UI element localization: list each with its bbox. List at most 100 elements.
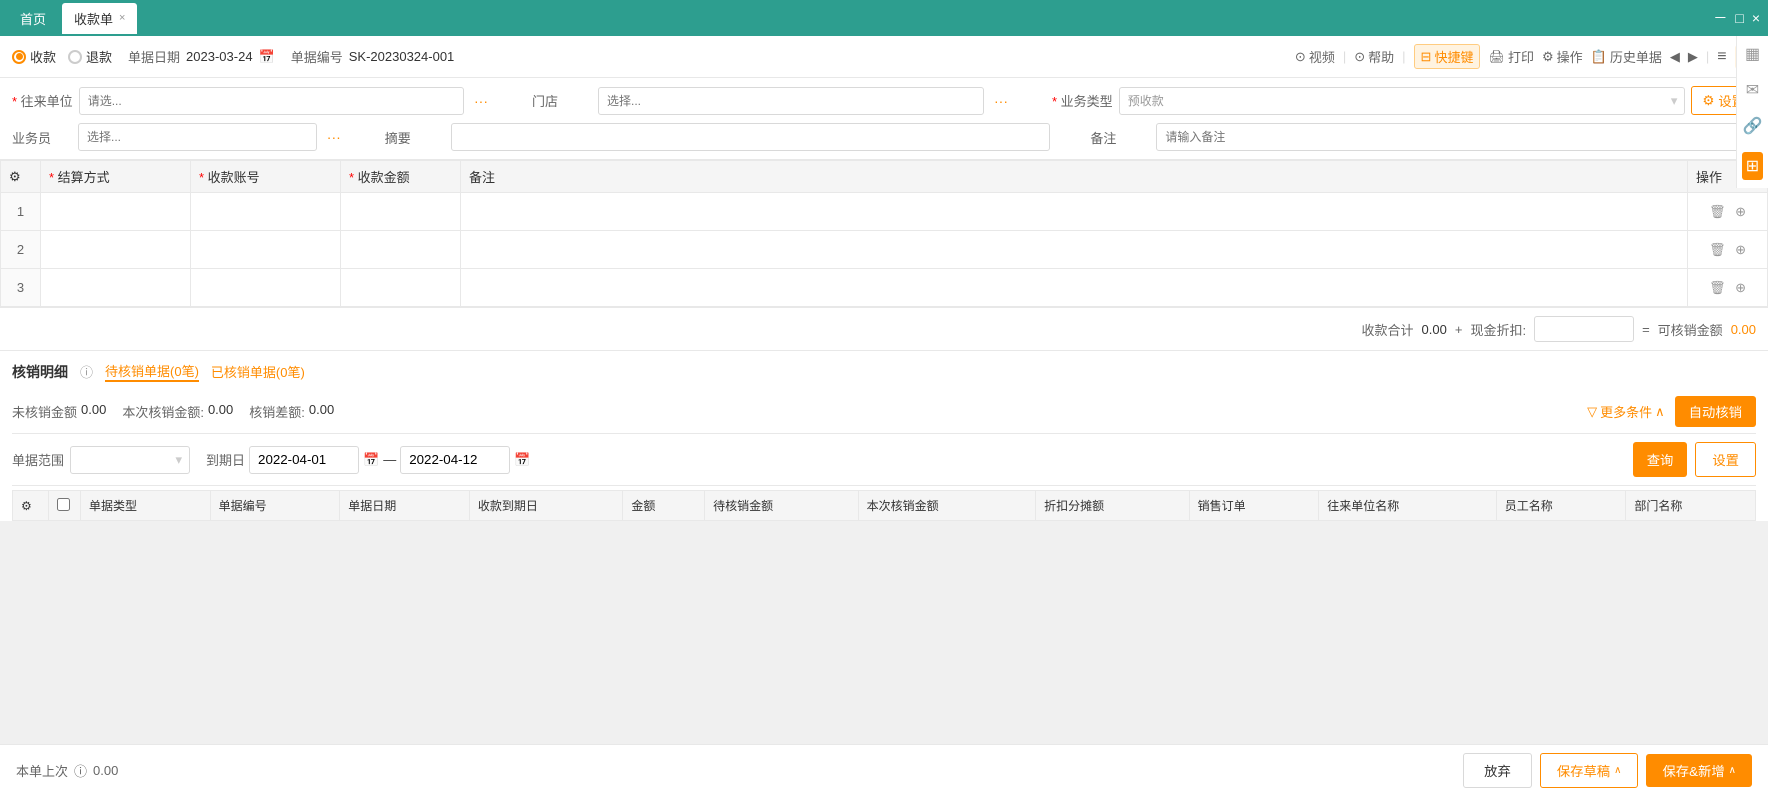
tab-home[interactable]: 首页 bbox=[8, 3, 58, 34]
account-input[interactable] bbox=[191, 193, 340, 230]
writeoff-info-icon[interactable]: ⓘ bbox=[80, 362, 93, 381]
save-new-button[interactable]: 保存&新增 ∧ bbox=[1646, 754, 1752, 787]
nav-left-icon[interactable]: ◀ bbox=[1670, 49, 1680, 65]
video-btn[interactable]: ⊙ 视频 bbox=[1295, 47, 1335, 66]
settlement-cell[interactable] bbox=[41, 193, 191, 231]
biztype-field: 业务类型 ▾ ⚙ 设置 bbox=[1052, 86, 1756, 115]
date-to-input[interactable] bbox=[400, 446, 510, 474]
range-label: 单据范围 bbox=[12, 450, 64, 469]
receipt-type-group: 收款 退款 bbox=[12, 47, 112, 66]
cal-from-icon[interactable]: 📅 bbox=[363, 452, 379, 468]
bt-check[interactable] bbox=[49, 491, 81, 521]
completed-tab[interactable]: 已核销单据(0笔) bbox=[211, 362, 305, 381]
help-btn[interactable]: ⊙ 帮助 bbox=[1354, 47, 1394, 66]
account-cell[interactable] bbox=[191, 231, 341, 269]
settlement-cell[interactable] bbox=[41, 231, 191, 269]
delete-row-icon[interactable]: 🗑 bbox=[1709, 204, 1726, 219]
staff-input[interactable] bbox=[78, 123, 317, 151]
bt-gear[interactable]: ⚙ bbox=[13, 491, 49, 521]
delete-row-icon[interactable]: 🗑 bbox=[1709, 280, 1726, 295]
abandon-button[interactable]: 放弃 bbox=[1463, 753, 1532, 788]
amount-cell[interactable] bbox=[341, 193, 461, 231]
note-row-input[interactable] bbox=[461, 193, 1687, 230]
amount-input[interactable] bbox=[341, 269, 460, 306]
print-btn[interactable]: 🖨 打印 bbox=[1488, 47, 1534, 66]
amount-cell[interactable] bbox=[341, 231, 461, 269]
note-row-input[interactable] bbox=[461, 269, 1687, 306]
copy-row-icon[interactable]: ⊕ bbox=[1735, 280, 1746, 295]
refund-radio[interactable]: 退款 bbox=[68, 47, 112, 66]
row-num: 1 bbox=[1, 193, 41, 231]
receipt-radio[interactable]: 收款 bbox=[12, 47, 56, 66]
tab-close-icon[interactable]: × bbox=[119, 12, 125, 24]
th-account: * 收款账号 bbox=[191, 161, 341, 193]
cal-to-icon[interactable]: 📅 bbox=[514, 452, 530, 468]
account-cell[interactable] bbox=[191, 269, 341, 307]
note-input[interactable] bbox=[1156, 123, 1756, 151]
copy-row-icon[interactable]: ⊕ bbox=[1735, 204, 1746, 219]
check-all[interactable] bbox=[57, 498, 70, 511]
save-draft-button[interactable]: 保存草稿 ∧ bbox=[1540, 753, 1639, 788]
query-button[interactable]: 查询 bbox=[1633, 442, 1688, 477]
history-icon: 📋 bbox=[1591, 49, 1607, 65]
nav-right-icon[interactable]: ▶ bbox=[1688, 49, 1698, 65]
account-input[interactable] bbox=[191, 231, 340, 268]
date-label: 单据日期 bbox=[128, 47, 180, 66]
date-from-input[interactable] bbox=[249, 446, 359, 474]
note-cell[interactable] bbox=[461, 269, 1688, 307]
biztype-input[interactable] bbox=[1119, 87, 1686, 115]
table-gear-header[interactable]: ⚙ bbox=[1, 161, 41, 193]
operate-btn[interactable]: ⚙ 操作 bbox=[1542, 47, 1583, 66]
rp-table-icon[interactable]: ▦ bbox=[1745, 44, 1760, 64]
copy-row-icon[interactable]: ⊕ bbox=[1735, 242, 1746, 257]
counterparty-input[interactable] bbox=[79, 87, 464, 115]
minimize-icon[interactable]: － bbox=[1713, 8, 1727, 28]
maximize-icon[interactable]: □ bbox=[1735, 10, 1743, 26]
discount-input[interactable] bbox=[1534, 316, 1634, 342]
list-view-icon[interactable]: ≡ bbox=[1717, 48, 1726, 66]
store-more-btn[interactable]: ··· bbox=[990, 93, 1012, 109]
help-label: 帮助 bbox=[1368, 47, 1394, 66]
shortcut-btn[interactable]: ⊟ 快捷键 bbox=[1414, 44, 1481, 69]
settlement-input[interactable] bbox=[41, 269, 190, 306]
filter-settings-button[interactable]: 设置 bbox=[1695, 442, 1756, 477]
auto-writeoff-button[interactable]: 自动核销 bbox=[1675, 396, 1756, 427]
settlement-cell[interactable] bbox=[41, 269, 191, 307]
delete-row-icon[interactable]: 🗑 bbox=[1709, 242, 1726, 257]
summary-input[interactable] bbox=[451, 123, 1051, 151]
operate-label: 操作 bbox=[1557, 47, 1583, 66]
amount-cell[interactable] bbox=[341, 269, 461, 307]
range-select[interactable] bbox=[70, 446, 190, 474]
rp-attach-icon[interactable]: 🔗 bbox=[1743, 116, 1763, 136]
note-cell[interactable] bbox=[461, 231, 1688, 269]
settlement-input[interactable] bbox=[41, 231, 190, 268]
date-cal-icon[interactable]: 📅 bbox=[259, 49, 275, 65]
settlement-input[interactable] bbox=[41, 193, 190, 230]
account-input[interactable] bbox=[191, 269, 340, 306]
rp-email-icon[interactable]: ✉ bbox=[1746, 80, 1759, 100]
close-window-icon[interactable]: × bbox=[1752, 10, 1760, 26]
save-new-arrow-icon: ∧ bbox=[1729, 765, 1736, 776]
more-conditions-btn[interactable]: ▽ 更多条件 ∧ bbox=[1587, 402, 1665, 421]
shortcut-icon: ⊟ bbox=[1421, 49, 1432, 65]
amount-input[interactable] bbox=[341, 231, 460, 268]
bottom-table-section: ⚙ 单据类型 单据编号 单据日期 收款到期日 金额 待核销金额 本次核销金额 折… bbox=[12, 490, 1756, 521]
receipt-label: 收款 bbox=[30, 47, 56, 66]
draft-arrow-icon: ∧ bbox=[1614, 765, 1621, 776]
footer-info-icon[interactable]: ⓘ bbox=[74, 761, 87, 780]
note-cell[interactable] bbox=[461, 193, 1688, 231]
account-cell[interactable] bbox=[191, 193, 341, 231]
tab-receipt[interactable]: 收款单 × bbox=[62, 3, 137, 34]
history-btn[interactable]: 📋 历史单据 bbox=[1591, 47, 1662, 66]
store-input[interactable] bbox=[598, 87, 984, 115]
pending-tab[interactable]: 待核销单据(0笔) bbox=[105, 361, 199, 382]
note-row-input[interactable] bbox=[461, 231, 1687, 268]
counterparty-more-btn[interactable]: ··· bbox=[470, 93, 492, 109]
staff-more-btn[interactable]: ··· bbox=[323, 129, 345, 145]
store-label: 门店 bbox=[532, 91, 592, 110]
summary-label: 摘要 bbox=[385, 128, 445, 147]
th-amount: * 收款金额 bbox=[341, 161, 461, 193]
amount-input[interactable] bbox=[341, 193, 460, 230]
rp-active-icon[interactable]: ⊞ bbox=[1742, 152, 1763, 180]
refund-label: 退款 bbox=[86, 47, 112, 66]
